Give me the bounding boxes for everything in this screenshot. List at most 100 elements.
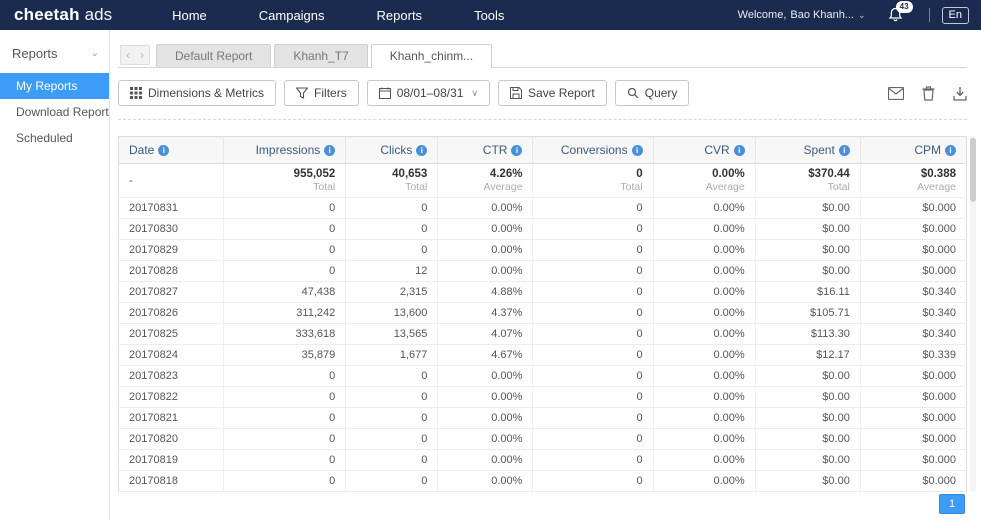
date-cell: 20170821 xyxy=(118,407,224,429)
dimensions-metrics-button[interactable]: Dimensions & Metrics xyxy=(118,80,277,106)
nav-item-tools[interactable]: Tools xyxy=(474,8,504,23)
value-cell: 0 xyxy=(223,428,346,450)
value-cell: $0.00 xyxy=(754,470,861,492)
email-icon[interactable] xyxy=(888,86,904,100)
col-header-date[interactable]: Date i xyxy=(118,136,224,164)
value-cell: $0.000 xyxy=(859,239,967,261)
table-scrollbar[interactable] xyxy=(970,136,976,492)
funnel-icon xyxy=(296,87,309,99)
value-cell: $0.00 xyxy=(754,197,861,219)
query-label: Query xyxy=(644,86,678,100)
col-label: Spent xyxy=(803,143,835,157)
language-selector[interactable]: En xyxy=(941,6,969,24)
top-navbar: cheetah ads Home Campaigns Reports Tools… xyxy=(0,0,981,30)
sidebar-section-reports[interactable]: Reports ⌄ xyxy=(0,30,109,73)
value-cell: $0.000 xyxy=(859,365,967,387)
user-menu[interactable]: Welcome, Bao Khanh... ⌄ xyxy=(738,9,866,21)
value-cell: 0 xyxy=(223,218,346,240)
nav-item-reports[interactable]: Reports xyxy=(377,8,423,23)
table-row: 20170823 0 0 0.00% 0 0.00% $0.00 $0.000 xyxy=(118,365,967,387)
scrollbar-thumb[interactable] xyxy=(970,138,976,202)
value-cell: 0.00% xyxy=(437,365,533,387)
col-label: CPM xyxy=(914,143,941,157)
value-cell: 0.00% xyxy=(652,470,756,492)
table-header-row: Date i Impressions i Clicks i CTR i Conversi… xyxy=(118,136,967,164)
tab-default-report[interactable]: Default Report xyxy=(156,44,272,67)
nav-divider xyxy=(928,8,930,22)
pagination: 1 xyxy=(939,494,965,514)
filters-button[interactable]: Filters xyxy=(284,80,359,106)
sidebar: Reports ⌄ My Reports Download Report Sch… xyxy=(0,30,110,520)
brand-logo[interactable]: cheetah ads xyxy=(14,5,112,25)
col-header-conversions[interactable]: Conversions i xyxy=(532,136,654,164)
totals-date-cell: - xyxy=(118,163,224,198)
value-cell: 0.00% xyxy=(652,260,756,282)
page-button-1[interactable]: 1 xyxy=(939,494,965,514)
trash-icon[interactable] xyxy=(922,85,935,101)
save-icon xyxy=(510,87,523,99)
query-button[interactable]: Query xyxy=(614,80,690,106)
sidebar-item-my-reports[interactable]: My Reports xyxy=(0,73,109,99)
col-header-ctr[interactable]: CTR i xyxy=(437,136,533,164)
totals-sub: Total xyxy=(313,181,336,193)
col-header-impressions[interactable]: Impressions i xyxy=(223,136,346,164)
table-row: 20170825 333,618 13,565 4.07% 0 0.00% $113.30 $… xyxy=(118,323,967,345)
value-cell: $105.71 xyxy=(754,302,861,324)
col-header-cpm[interactable]: CPM i xyxy=(859,136,967,164)
dimensions-metrics-label: Dimensions & Metrics xyxy=(148,86,265,100)
date-range-label: 08/01–08/31 xyxy=(396,86,464,100)
value-cell: 311,242 xyxy=(223,302,346,324)
sidebar-section-label: Reports xyxy=(12,46,58,61)
value-cell: 0 xyxy=(532,260,654,282)
value-cell: 0 xyxy=(223,260,346,282)
brand-logo-bold: cheetah xyxy=(14,5,80,24)
tab-khanh-t7[interactable]: Khanh_T7 xyxy=(274,44,368,67)
info-icon[interactable]: i xyxy=(324,144,336,156)
info-icon[interactable]: i xyxy=(511,144,523,156)
date-cell: 20170826 xyxy=(118,302,224,324)
info-icon[interactable]: i xyxy=(158,144,170,156)
value-cell: 0 xyxy=(345,197,438,219)
date-cell: 20170829 xyxy=(118,239,224,261)
value-cell: 0 xyxy=(223,449,346,471)
col-header-clicks[interactable]: Clicks i xyxy=(345,136,438,164)
table-row: 20170829 0 0 0.00% 0 0.00% $0.00 $0.000 xyxy=(118,239,967,261)
report-table: Date i Impressions i Clicks i CTR i Conversi… xyxy=(118,136,967,492)
report-toolbar: Dimensions & Metrics Filters 08/01–08/31… xyxy=(118,80,967,106)
info-icon[interactable]: i xyxy=(631,144,643,156)
table-row: 20170827 47,438 2,315 4.88% 0 0.00% $16.11 $0.3… xyxy=(118,281,967,303)
totals-cell: $370.44 Total xyxy=(754,163,861,198)
info-icon[interactable]: i xyxy=(733,144,745,156)
info-icon[interactable]: i xyxy=(416,144,428,156)
date-cell: 20170818 xyxy=(118,470,224,492)
value-cell: 13,600 xyxy=(345,302,438,324)
totals-value: $0.388 xyxy=(920,168,956,180)
value-cell: 0.00% xyxy=(652,386,756,408)
totals-sub: Average xyxy=(917,181,956,193)
date-range-button[interactable]: 08/01–08/31 ∨ xyxy=(366,80,491,106)
tab-scroll-left-icon[interactable]: ‹ xyxy=(121,46,135,64)
save-report-button[interactable]: Save Report xyxy=(498,80,607,106)
table-row: 20170824 35,879 1,677 4.67% 0 0.00% $12.17 $0.3… xyxy=(118,344,967,366)
info-icon[interactable]: i xyxy=(945,144,956,156)
table-row: 20170821 0 0 0.00% 0 0.00% $0.00 $0.000 xyxy=(118,407,967,429)
value-cell: $12.17 xyxy=(754,344,861,366)
nav-item-campaigns[interactable]: Campaigns xyxy=(259,8,325,23)
value-cell: 0 xyxy=(223,197,346,219)
nav-item-home[interactable]: Home xyxy=(172,8,207,23)
sidebar-item-scheduled[interactable]: Scheduled xyxy=(0,125,109,151)
value-cell: 0.00% xyxy=(652,344,756,366)
col-header-cvr[interactable]: CVR i xyxy=(652,136,756,164)
totals-cell: 0.00% Average xyxy=(652,163,756,198)
tab-scroll-right-icon[interactable]: › xyxy=(135,46,149,64)
info-icon[interactable]: i xyxy=(838,144,850,156)
tab-khanh-chinm[interactable]: Khanh_chinm... xyxy=(370,44,493,68)
value-cell: $0.00 xyxy=(754,428,861,450)
table-row: 20170818 0 0 0.00% 0 0.00% $0.00 $0.000 xyxy=(118,470,967,492)
notifications-button[interactable]: 43 xyxy=(888,1,913,23)
col-header-spent[interactable]: Spent i xyxy=(754,136,861,164)
sidebar-item-download-report[interactable]: Download Report xyxy=(0,99,109,125)
download-icon[interactable] xyxy=(953,86,967,101)
table-row: 20170828 0 12 0.00% 0 0.00% $0.00 $0.000 xyxy=(118,260,967,282)
value-cell: 0 xyxy=(532,302,654,324)
